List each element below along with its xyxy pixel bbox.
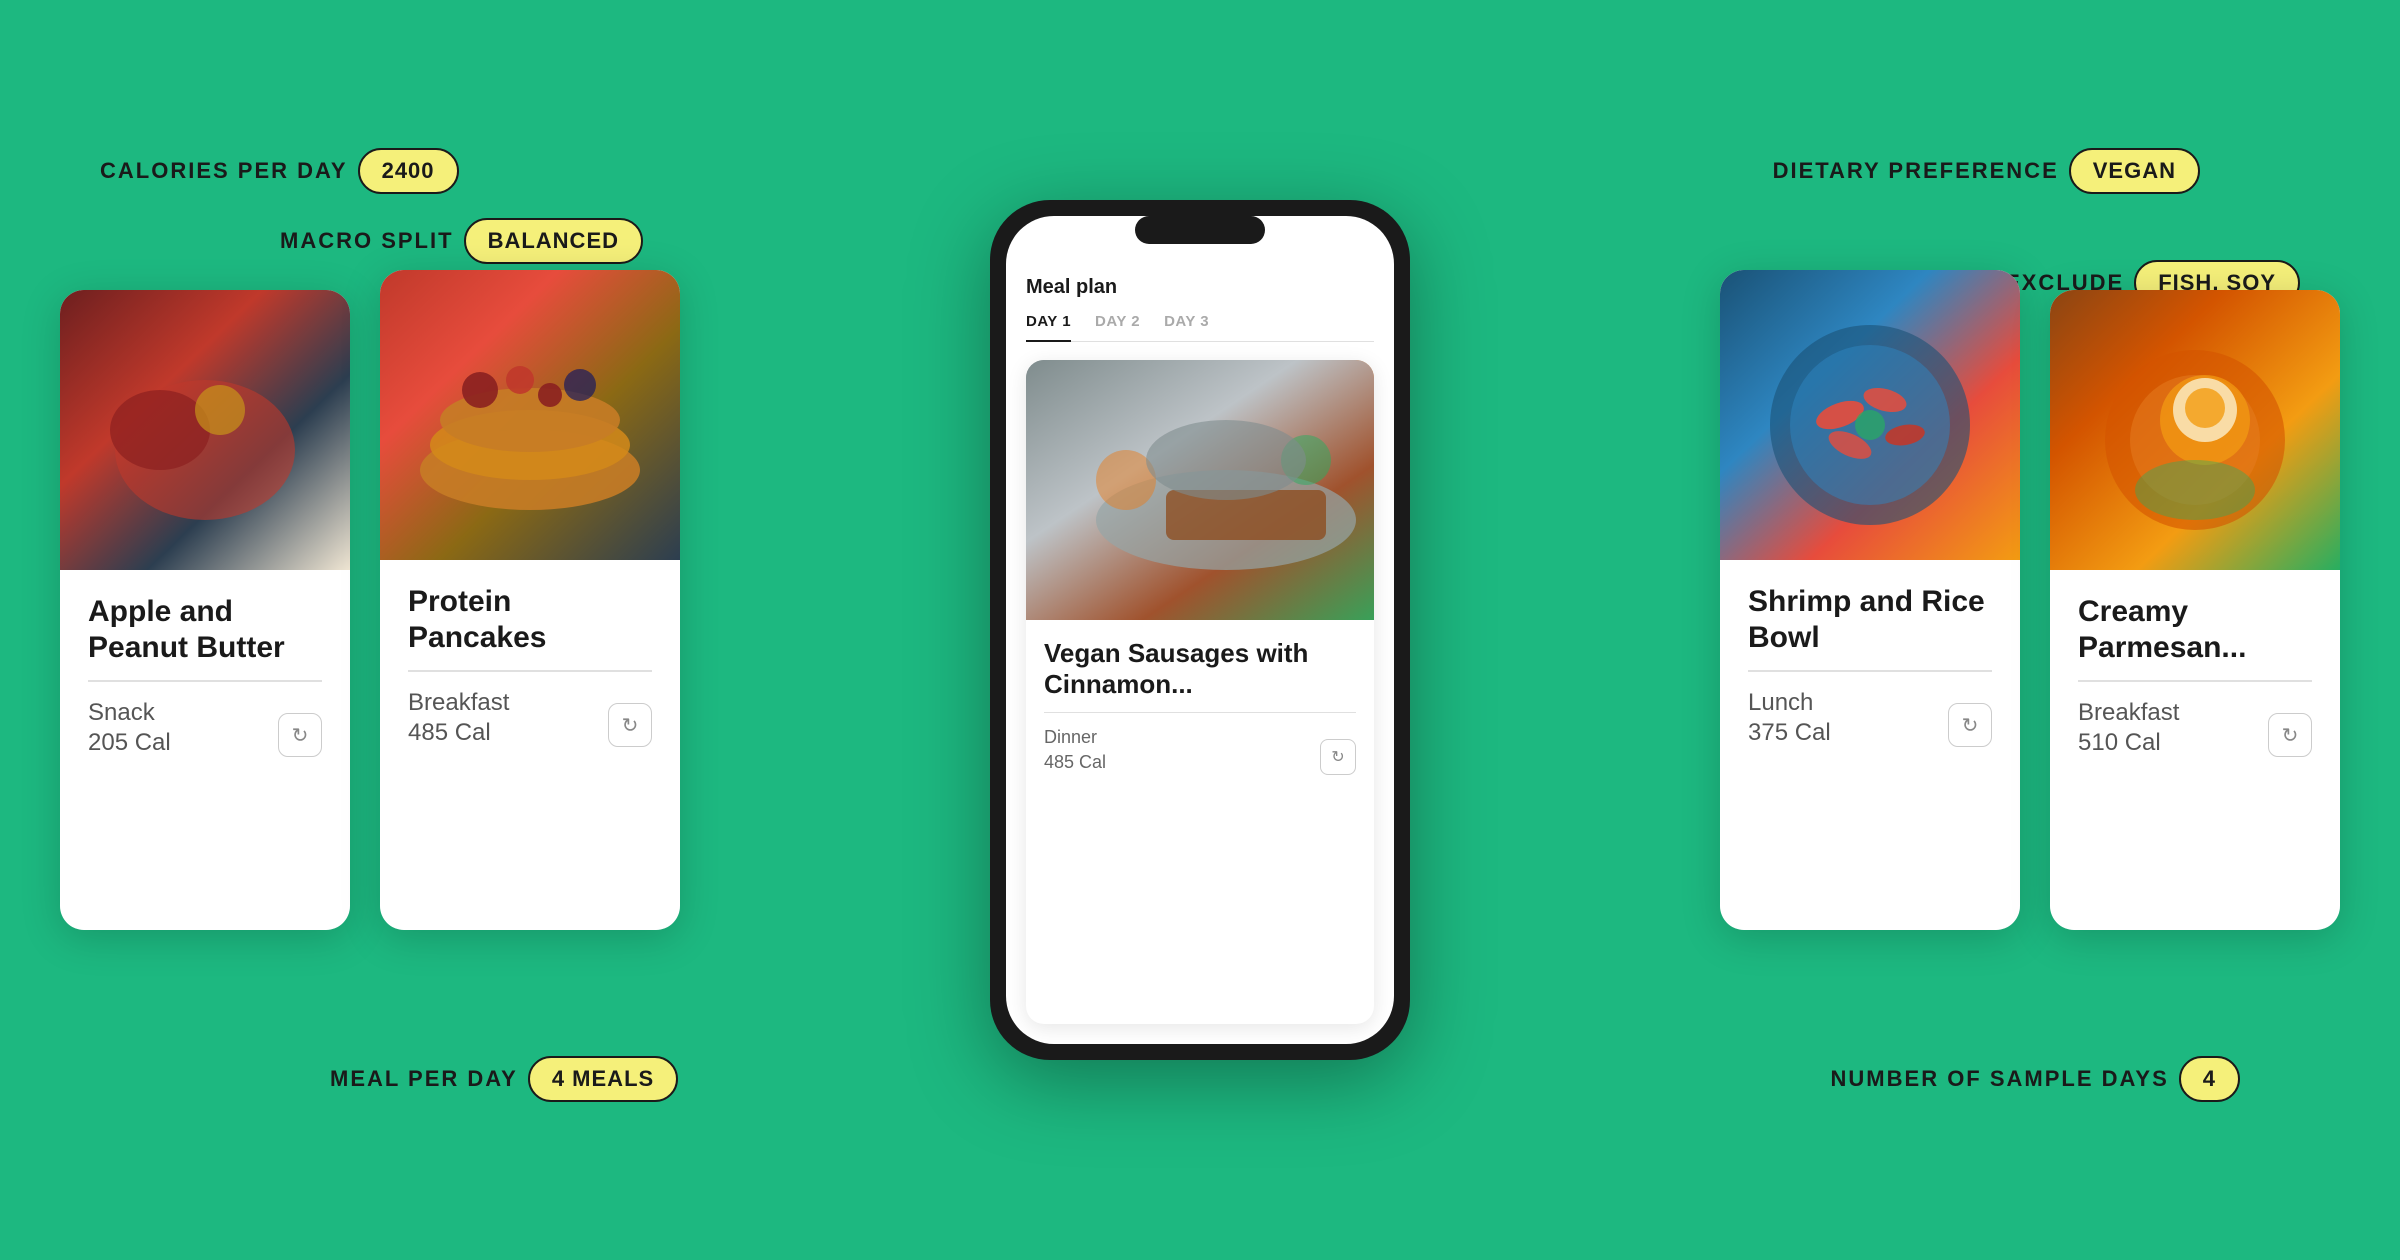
pancakes-card-meta: Breakfast 485 Cal ↻ (408, 686, 652, 748)
apple-card-image (60, 290, 350, 570)
apple-card-body: Apple and Peanut Butter Snack 205 Cal ↻ (60, 570, 350, 930)
phone-card-type: Dinner (1044, 725, 1106, 750)
creamy-card-info: Breakfast 510 Cal (2078, 696, 2179, 758)
pancakes-meal-type: Breakfast (408, 686, 509, 720)
pancakes-card-divider (408, 670, 652, 672)
phone-card-meta: Dinner 485 Cal ↻ (1044, 725, 1356, 775)
dietary-badge: DIETARY PREFERENCE VEGAN (1773, 148, 2200, 194)
calories-value: 2400 (358, 148, 459, 194)
pancakes-refresh-button[interactable]: ↻ (608, 703, 652, 747)
phone-tab-day1[interactable]: DAY 1 (1026, 313, 1071, 342)
phone-notch (1135, 216, 1265, 244)
shrimp-card-info: Lunch 375 Cal (1748, 686, 1831, 748)
phone-tab-day3[interactable]: DAY 3 (1164, 313, 1209, 341)
calories-badge: CALORIES PER DAY 2400 (100, 148, 459, 194)
pancakes-card-image (380, 270, 680, 560)
shrimp-card-divider (1748, 670, 1992, 672)
phone-screen: Meal plan DAY 1 DAY 2 DAY 3 (1006, 216, 1394, 1044)
pancakes-card-title: Protein Pancakes (408, 584, 652, 656)
apple-card-info: Snack 205 Cal (88, 696, 171, 758)
shrimp-refresh-button[interactable]: ↻ (1948, 703, 1992, 747)
creamy-card-title: Creamy Parmesan... (2078, 594, 2312, 666)
sample-days-value: 4 (2179, 1056, 2240, 1102)
creamy-card-body: Creamy Parmesan... Breakfast 510 Cal ↻ (2050, 570, 2340, 930)
creamy-calories: 510 Cal (2078, 729, 2179, 757)
phone-card-divider (1044, 712, 1356, 713)
pancakes-calories: 485 Cal (408, 719, 509, 747)
apple-card-title: Apple and Peanut Butter (88, 594, 322, 666)
phone-tabs: DAY 1 DAY 2 DAY 3 (1026, 313, 1374, 342)
shrimp-meal-type: Lunch (1748, 686, 1831, 720)
pancakes-card-body: Protein Pancakes Breakfast 485 Cal ↻ (380, 560, 680, 930)
shrimp-card-body: Shrimp and Rice Bowl Lunch 375 Cal ↻ (1720, 560, 2020, 930)
pancakes-card[interactable]: Protein Pancakes Breakfast 485 Cal ↻ (380, 270, 680, 930)
creamy-card-divider (2078, 680, 2312, 682)
apple-calories: 205 Cal (88, 729, 171, 757)
shrimp-card-image (1720, 270, 2020, 560)
macro-badge: MACRO SPLIT BALANCED (280, 218, 643, 264)
creamy-meal-type: Breakfast (2078, 696, 2179, 730)
creamy-card-image (2050, 290, 2340, 570)
apple-card-divider (88, 680, 322, 682)
phone-refresh-button[interactable]: ↻ (1320, 739, 1356, 775)
phone-card-image (1026, 360, 1374, 620)
sample-days-badge: NUMBER OF SAMPLE DAYS 4 (1831, 1056, 2240, 1102)
phone-card-info: Dinner 485 Cal (1044, 725, 1106, 775)
dietary-label: DIETARY PREFERENCE (1773, 158, 2059, 184)
meal-per-day-value: 4 MEALS (528, 1056, 678, 1102)
shrimp-card[interactable]: Shrimp and Rice Bowl Lunch 375 Cal ↻ (1720, 270, 2020, 930)
meal-per-day-label: MEAL PER DAY (330, 1066, 518, 1092)
macro-label: MACRO SPLIT (280, 228, 454, 254)
shrimp-card-meta: Lunch 375 Cal ↻ (1748, 686, 1992, 748)
phone-tab-day2[interactable]: DAY 2 (1095, 313, 1140, 341)
shrimp-calories: 375 Cal (1748, 719, 1831, 747)
creamy-card[interactable]: Creamy Parmesan... Breakfast 510 Cal ↻ (2050, 290, 2340, 930)
phone-card-calories: 485 Cal (1044, 750, 1106, 775)
dietary-value: VEGAN (2069, 148, 2200, 194)
sample-days-label: NUMBER OF SAMPLE DAYS (1831, 1066, 2169, 1092)
apple-refresh-button[interactable]: ↻ (278, 713, 322, 757)
phone-meal-card[interactable]: Vegan Sausages with Cinnamon... Dinner 4… (1026, 360, 1374, 1025)
shrimp-card-title: Shrimp and Rice Bowl (1748, 584, 1992, 656)
phone-title: Meal plan (1026, 276, 1374, 299)
phone-screen-inner: Meal plan DAY 1 DAY 2 DAY 3 (1006, 216, 1394, 1044)
creamy-refresh-button[interactable]: ↻ (2268, 713, 2312, 757)
calories-label: CALORIES PER DAY (100, 158, 348, 184)
meal-per-day-badge: MEAL PER DAY 4 MEALS (330, 1056, 678, 1102)
macro-value: BALANCED (464, 218, 643, 264)
phone-card-body: Vegan Sausages with Cinnamon... Dinner 4… (1026, 620, 1374, 790)
apple-card-meta: Snack 205 Cal ↻ (88, 696, 322, 758)
apple-card[interactable]: Apple and Peanut Butter Snack 205 Cal ↻ (60, 290, 350, 930)
creamy-card-meta: Breakfast 510 Cal ↻ (2078, 696, 2312, 758)
phone-card-title: Vegan Sausages with Cinnamon... (1044, 638, 1356, 700)
apple-meal-type: Snack (88, 696, 171, 730)
phone-mockup: Meal plan DAY 1 DAY 2 DAY 3 (990, 200, 1410, 1060)
pancakes-card-info: Breakfast 485 Cal (408, 686, 509, 748)
